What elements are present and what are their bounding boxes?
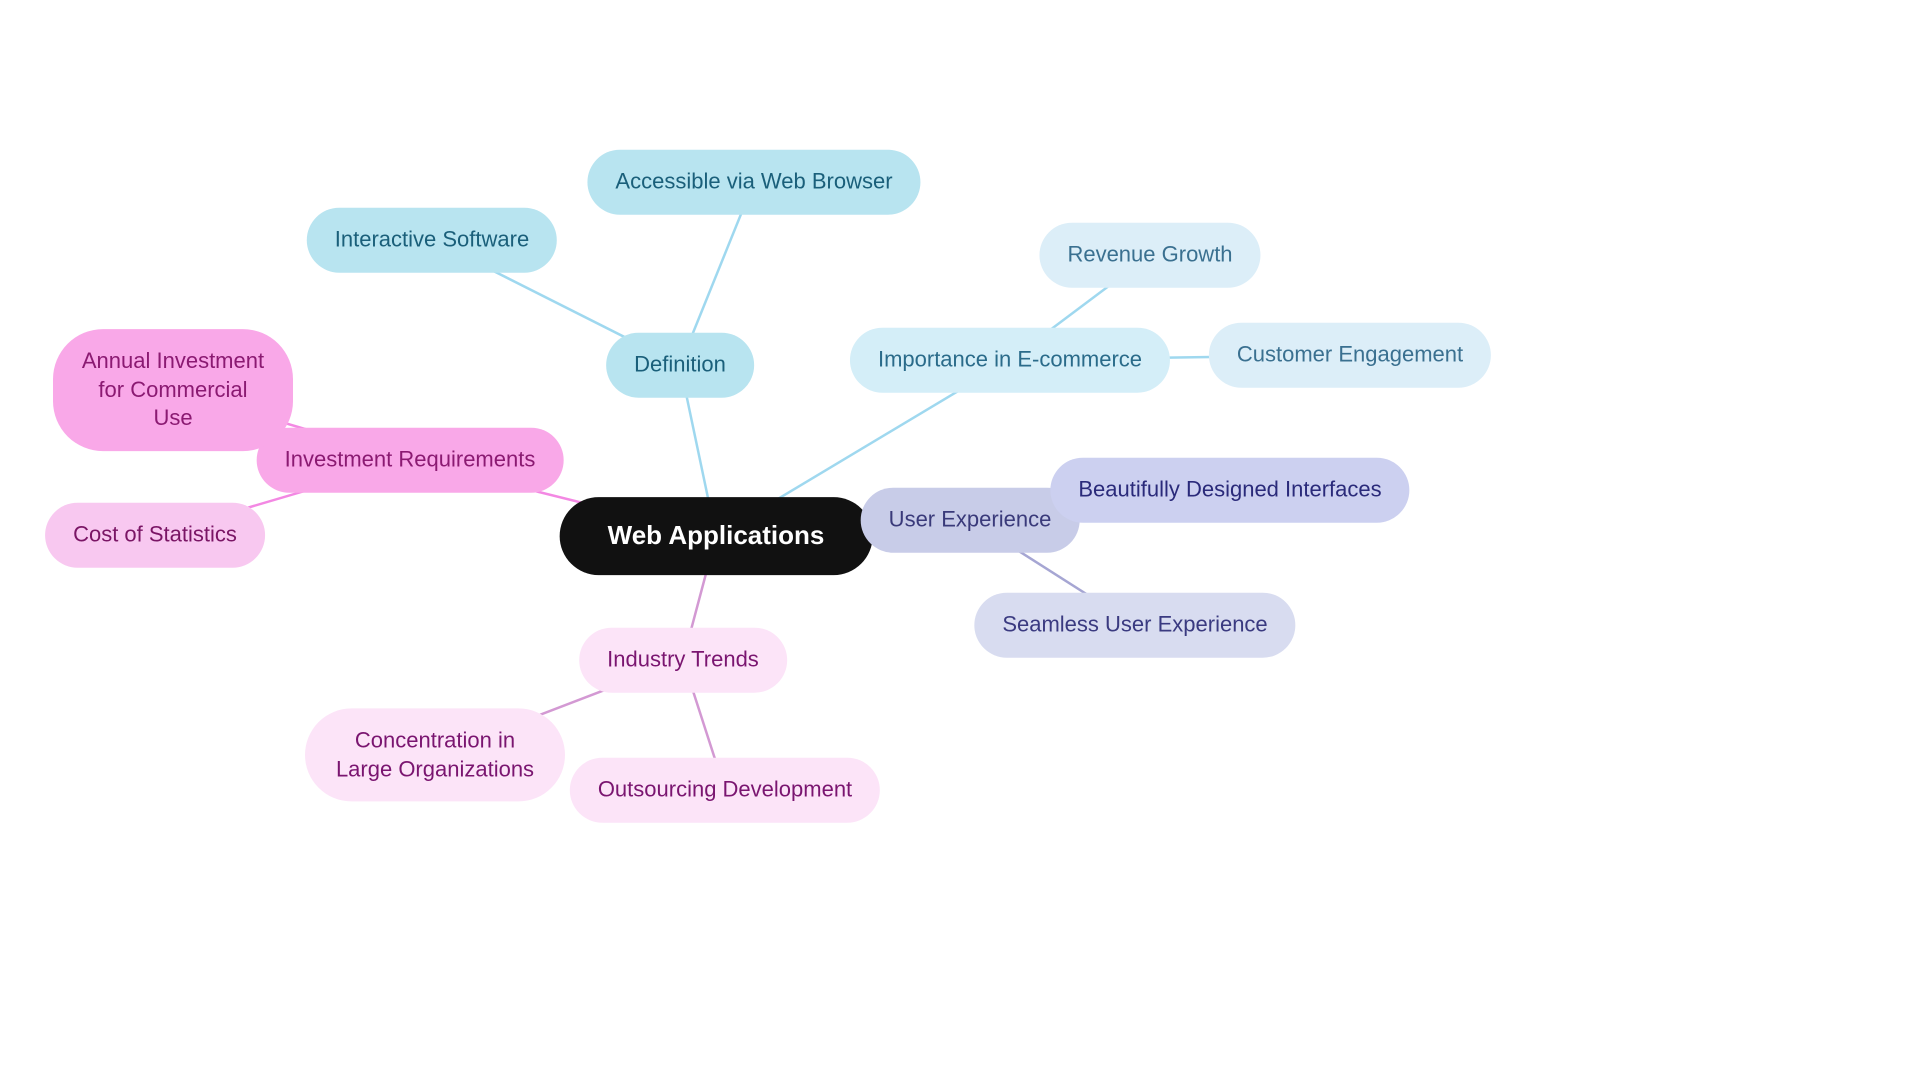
industry-trends-node[interactable]: Industry Trends [579,628,787,693]
beautifully-designed-node[interactable]: Beautifully Designed Interfaces [1050,458,1409,523]
concentration-node[interactable]: Concentration in Large Organizations [305,708,565,801]
outsourcing-node[interactable]: Outsourcing Development [570,758,880,823]
revenue-growth-node[interactable]: Revenue Growth [1039,223,1260,288]
user-experience-node[interactable]: User Experience [861,488,1080,553]
interactive-node[interactable]: Interactive Software [307,208,557,273]
customer-engagement-node[interactable]: Customer Engagement [1209,323,1491,388]
seamless-ux-node[interactable]: Seamless User Experience [974,593,1295,658]
annual-investment-node[interactable]: Annual Investment for Commercial Use [53,329,293,451]
cost-statistics-node[interactable]: Cost of Statistics [45,503,265,568]
investment-requirements-node[interactable]: Investment Requirements [257,428,564,493]
importance-ecommerce-node[interactable]: Importance in E-commerce [850,328,1170,393]
accessible-node[interactable]: Accessible via Web Browser [587,150,920,215]
definition-node[interactable]: Definition [606,333,754,398]
center-node[interactable]: Web Applications [560,497,873,575]
